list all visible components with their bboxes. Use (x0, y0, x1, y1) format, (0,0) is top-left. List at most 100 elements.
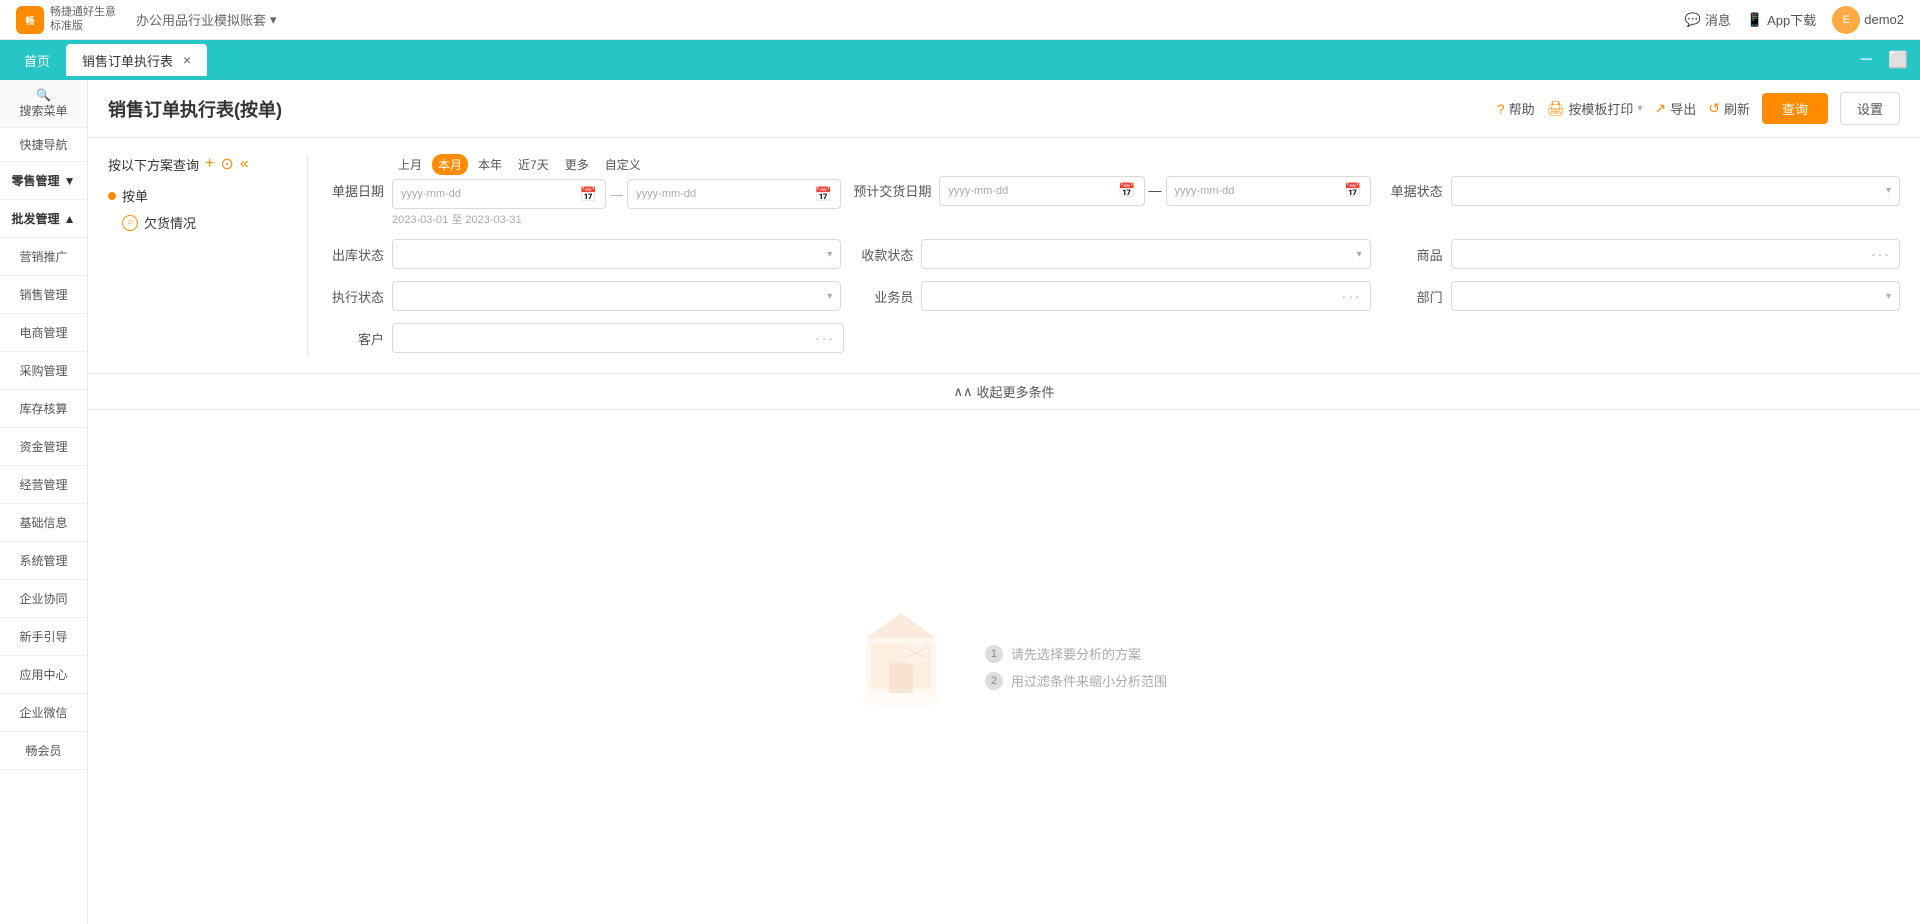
export-button[interactable]: ↗ 导出 (1654, 99, 1696, 118)
message-icon: 💬 (1685, 12, 1701, 28)
date-current-month-button[interactable]: 本月 (432, 154, 468, 175)
date-this-year-button[interactable]: 本年 (472, 154, 508, 175)
date-custom-button[interactable]: 自定义 (599, 154, 647, 175)
date-quick-buttons: 上月 本月 本年 近7天 更多 自定义 (392, 154, 841, 175)
scheme-panel: 按以下方案查询 + ⊙ « 按单 ○ 欠货情况 (108, 154, 308, 357)
message-button[interactable]: 💬 消息 (1685, 10, 1731, 29)
tab-bar: 首页 销售订单执行表 × ─ ⬜ (0, 40, 1920, 80)
expected-date-label: 预计交货日期 (853, 181, 931, 200)
dept-field: 部门 ▾ (1383, 281, 1900, 311)
tab-close-icon[interactable]: × (183, 52, 191, 68)
tab-maximize-button[interactable]: ⬜ (1884, 46, 1912, 74)
date-field: 单据日期 上月 本月 本年 近7天 更多 自定义 (324, 154, 841, 227)
expected-date-start-input[interactable]: yyyy-mm-dd 📅 (939, 176, 1144, 206)
sidebar-quick-nav[interactable]: 快捷导航 (0, 128, 87, 162)
content-area: 销售订单执行表(按单) ? 帮助 🖨 按模板打印 ▾ ↗ 导出 ↺ 刷新 (88, 80, 1920, 924)
customer-field: 客户 ··· (324, 323, 844, 353)
calendar-expected-start-icon: 📅 (1118, 182, 1135, 199)
expected-date-separator: — (1149, 183, 1162, 198)
chevron-down-icon: ▼ (64, 174, 76, 188)
collapse-icon: ∧∧ (953, 384, 972, 400)
tip-num-2: 2 (985, 672, 1003, 690)
ship-status-label: 出库状态 (324, 245, 384, 264)
sidebar-item-sales[interactable]: 销售管理 (0, 276, 87, 314)
sidebar-item-enterprise[interactable]: 企业协同 (0, 580, 87, 618)
settings-button[interactable]: 设置 (1840, 92, 1900, 125)
status-select[interactable]: ▾ (1451, 176, 1900, 206)
sidebar-item-newguide[interactable]: 新手引导 (0, 618, 87, 656)
sidebar-item-wholesale[interactable]: 批发管理 ▲ (0, 200, 87, 238)
ship-status-select[interactable]: ▾ (392, 239, 841, 269)
sidebar-item-member[interactable]: 畅会员 (0, 732, 87, 770)
scheme-collapse-button[interactable]: « (240, 155, 249, 173)
filter-row-4: 客户 ··· (324, 323, 1900, 353)
customer-label: 客户 (324, 329, 384, 348)
date-range-display: 2023-03-01 至 2023-03-31 (392, 211, 841, 227)
tab-home[interactable]: 首页 (8, 44, 66, 76)
expected-date-end-input[interactable]: yyyy-mm-dd 📅 (1166, 176, 1371, 206)
date-prev-month-button[interactable]: 上月 (392, 154, 428, 175)
print-icon: 🖨 (1547, 100, 1565, 117)
sidebar-item-system[interactable]: 系统管理 (0, 542, 87, 580)
date-last7-button[interactable]: 近7天 (512, 154, 555, 175)
scheme-circle-icon: ○ (122, 215, 138, 231)
sidebar-item-finance[interactable]: 资金管理 (0, 428, 87, 466)
filter-panel: 按以下方案查询 + ⊙ « 按单 ○ 欠货情况 (88, 138, 1920, 374)
sidebar-item-retail[interactable]: 零售管理 ▼ (0, 162, 87, 200)
tab-sales-order[interactable]: 销售订单执行表 × (66, 44, 207, 76)
customer-input[interactable]: ··· (392, 323, 844, 353)
tab-minimize-button[interactable]: ─ (1857, 47, 1876, 73)
sidebar-item-ecommerce[interactable]: 电商管理 (0, 314, 87, 352)
calendar-end-icon: 📅 (815, 186, 832, 203)
app-download-button[interactable]: 📱 App下载 (1747, 10, 1816, 29)
avatar: E (1832, 6, 1860, 34)
sidebar-item-inventory[interactable]: 库存核算 (0, 390, 87, 428)
breadcrumb-arrow-icon[interactable]: ▾ (270, 12, 277, 28)
sidebar-item-marketing[interactable]: 营销推广 (0, 238, 87, 276)
calendar-expected-end-icon: 📅 (1344, 182, 1361, 199)
scheme-item-order[interactable]: 按单 (108, 182, 291, 209)
exec-status-field: 执行状态 ▾ (324, 281, 841, 311)
chevron-up-icon: ▲ (64, 212, 76, 226)
date-field-wrapper: 上月 本月 本年 近7天 更多 自定义 yyyy-mm-dd (392, 154, 841, 227)
sidebar-item-weixin[interactable]: 企业微信 (0, 694, 87, 732)
calendar-start-icon: 📅 (580, 186, 597, 203)
sidebar-item-operation[interactable]: 经营管理 (0, 466, 87, 504)
user-menu[interactable]: E demo2 (1832, 6, 1904, 34)
filter-row-2: 出库状态 ▾ 收款状态 ▾ (324, 239, 1900, 269)
status-chevron-icon: ▾ (1886, 185, 1891, 196)
exec-status-label: 执行状态 (324, 287, 384, 306)
page-header: 销售订单执行表(按单) ? 帮助 🖨 按模板打印 ▾ ↗ 导出 ↺ 刷新 (88, 80, 1920, 138)
date-more-button[interactable]: 更多 (559, 154, 595, 175)
top-bar-right: 💬 消息 📱 App下载 E demo2 (1685, 6, 1904, 34)
sidebar-search-menu[interactable]: 🔍 搜索菜单 (0, 80, 87, 128)
scheme-edit-button[interactable]: ⊙ (220, 154, 233, 174)
scheme-item-stock[interactable]: ○ 欠货情况 (108, 209, 291, 236)
product-input[interactable]: ··· (1451, 239, 1900, 269)
sidebar: 🔍 搜索菜单 快捷导航 零售管理 ▼ 批发管理 ▲ 营销推广 销售管理 电商管理… (0, 80, 88, 924)
salesperson-more-icon: ··· (1342, 288, 1362, 304)
collapse-button[interactable]: ∧∧ 收起更多条件 (953, 382, 1054, 401)
page-header-actions: ? 帮助 🖨 按模板打印 ▾ ↗ 导出 ↺ 刷新 查询 设置 (1497, 92, 1900, 137)
date-end-input[interactable]: yyyy-mm-dd 📅 (627, 179, 841, 209)
refresh-button[interactable]: ↺ 刷新 (1708, 99, 1750, 118)
help-button[interactable]: ? 帮助 (1497, 99, 1535, 118)
salesperson-input[interactable]: ··· (921, 281, 1370, 311)
payment-status-select[interactable]: ▾ (921, 239, 1370, 269)
phone-icon: 📱 (1747, 12, 1763, 28)
exec-status-select[interactable]: ▾ (392, 281, 841, 311)
print-button[interactable]: 🖨 按模板打印 ▾ (1547, 99, 1643, 118)
scheme-add-button[interactable]: + (205, 155, 214, 173)
tip-num-1: 1 (985, 645, 1003, 663)
ship-status-chevron-icon: ▾ (827, 249, 832, 260)
dept-label: 部门 (1383, 287, 1443, 306)
query-button[interactable]: 查询 (1762, 93, 1828, 124)
date-start-input[interactable]: yyyy-mm-dd 📅 (392, 179, 606, 209)
status-label: 单据状态 (1383, 181, 1443, 200)
empty-content: 1 请先选择要分析的方案 2 用过滤条件来缩小分析范围 (841, 598, 1167, 737)
sidebar-item-basic[interactable]: 基础信息 (0, 504, 87, 542)
sidebar-item-appstore[interactable]: 应用中心 (0, 656, 87, 694)
sidebar-item-purchase[interactable]: 采购管理 (0, 352, 87, 390)
dept-select[interactable]: ▾ (1451, 281, 1900, 311)
empty-state: 1 请先选择要分析的方案 2 用过滤条件来缩小分析范围 (88, 410, 1920, 924)
